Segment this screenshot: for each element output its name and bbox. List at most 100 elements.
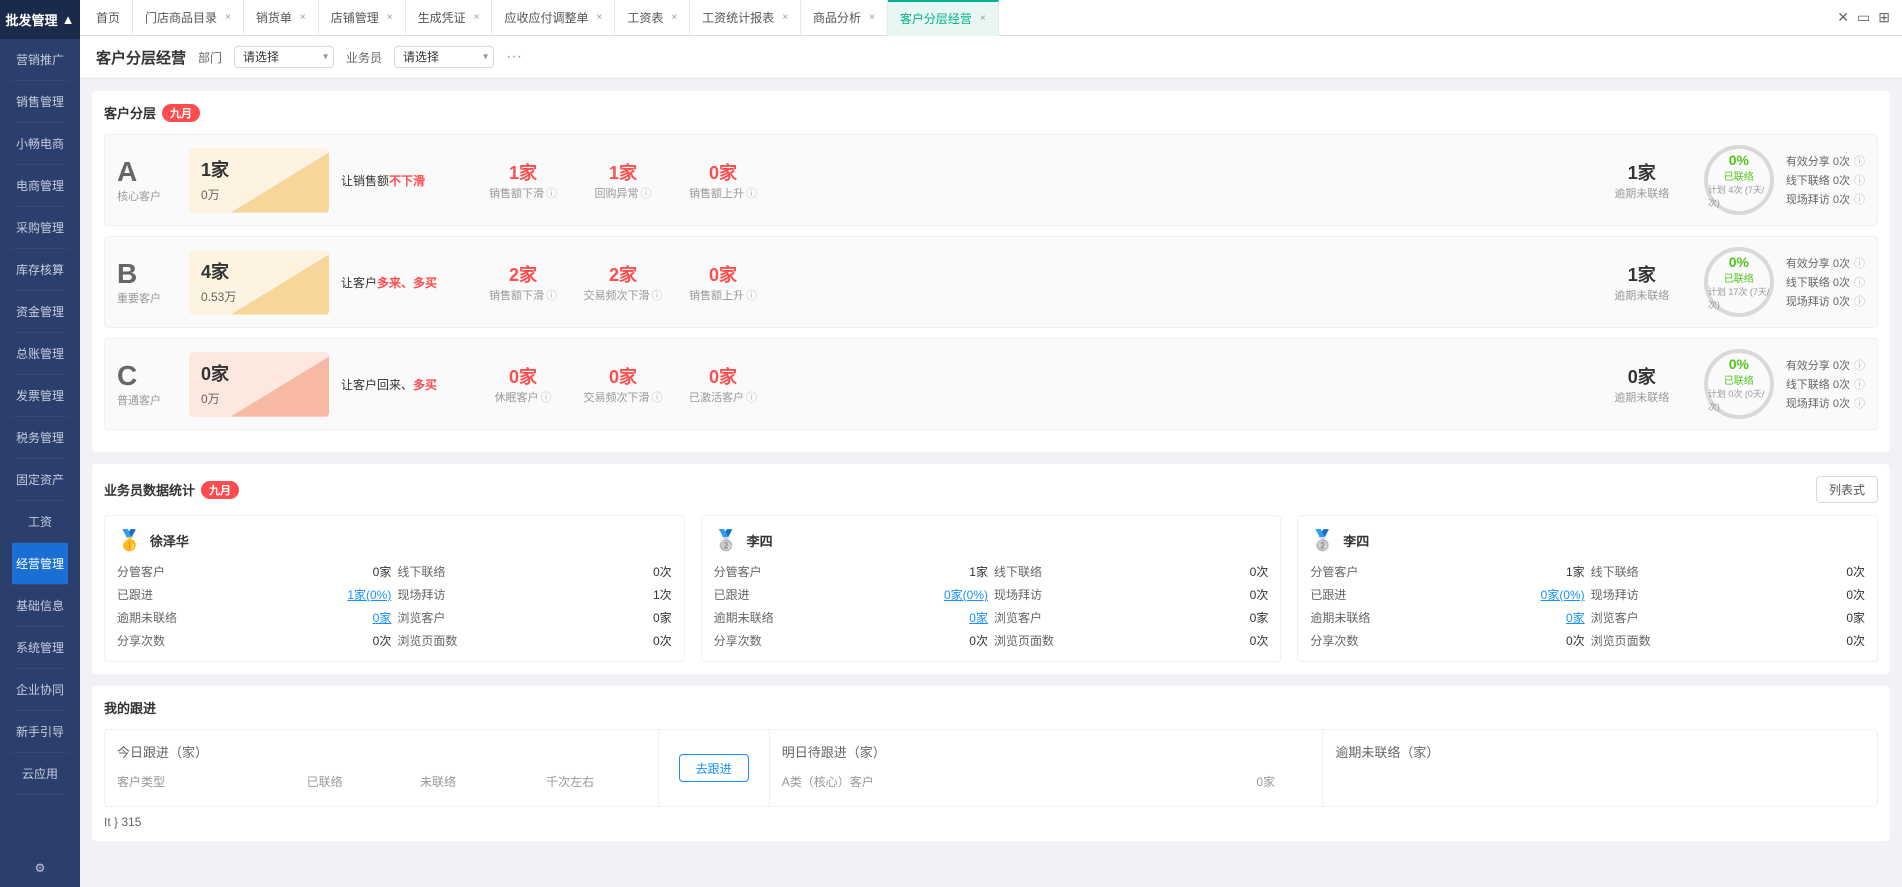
sidebar-item-总账管理[interactable]: 总账管理 xyxy=(12,333,68,375)
dept-select[interactable]: 请选择 xyxy=(234,46,334,68)
stat-info-icon-C-2[interactable]: ⓘ xyxy=(1854,395,1865,411)
tab-工资统计报表[interactable]: 工资统计报表× xyxy=(690,0,801,36)
staff-stat-val-0-7: 0次 xyxy=(653,632,672,649)
tab-close-客户分层经营[interactable]: × xyxy=(980,13,986,24)
tab-销货单[interactable]: 销货单× xyxy=(244,0,319,36)
sidebar-item-电商管理[interactable]: 电商管理 xyxy=(12,165,68,207)
tab-应收应付调整单[interactable]: 应收应付调整单× xyxy=(492,0,615,36)
bottom-text: It } 315 xyxy=(104,815,1878,829)
business-stats-title: 业务员数据统计 九月 xyxy=(104,480,239,499)
stat-info-icon-B-1[interactable]: ⓘ xyxy=(1854,274,1865,290)
staff-stat-val-1-4[interactable]: 0家 xyxy=(969,609,988,626)
info-icon-B-0[interactable]: ⓘ xyxy=(546,287,557,303)
tab-close-工资统计报表[interactable]: × xyxy=(782,12,788,23)
tab-首页[interactable]: 首页 xyxy=(84,0,133,36)
tier-right-stats-A: 有效分享 0次 ⓘ 线下联络 0次 ⓘ 现场拜访 0次 ⓘ xyxy=(1786,153,1865,207)
tier-slogan-A: 让销售额不下滑 xyxy=(341,172,471,189)
tab-close-店铺管理[interactable]: × xyxy=(387,12,393,23)
stat-info-icon-A-1[interactable]: ⓘ xyxy=(1854,172,1865,188)
close-tab-button[interactable]: ✕ xyxy=(1837,9,1849,26)
sidebar-item-小畅电商[interactable]: 小畅电商 xyxy=(12,123,68,165)
business-month-badge: 九月 xyxy=(201,481,239,499)
info-icon-C-1[interactable]: ⓘ xyxy=(652,389,663,405)
sidebar-item-新手引导[interactable]: 新手引导 xyxy=(12,711,68,753)
tab-生成凭证[interactable]: 生成凭证× xyxy=(406,0,493,36)
goto-follow-button[interactable]: 去跟进 xyxy=(679,754,749,782)
sidebar-item-工资[interactable]: 工资 xyxy=(12,501,68,543)
tab-客户分层经营[interactable]: 客户分层经营× xyxy=(888,0,999,36)
sidebar-item-系统管理[interactable]: 系统管理 xyxy=(12,627,68,669)
dept-label: 部门 xyxy=(198,49,222,66)
settings-gear[interactable]: ⚙ xyxy=(0,849,80,887)
month-badge: 九月 xyxy=(162,104,200,122)
staff-stat-val-1-2[interactable]: 0家(0%) xyxy=(944,586,988,603)
staff-stat-val-0-6: 0次 xyxy=(373,632,392,649)
tab-店铺管理[interactable]: 店铺管理× xyxy=(319,0,406,36)
staff-stat-val-2-0: 1家 xyxy=(1566,563,1585,580)
staff-stat-val-2-2[interactable]: 0家(0%) xyxy=(1541,586,1585,603)
page-header: 客户分层经营 部门 请选择 业务员 请选择 ··· xyxy=(80,36,1902,79)
stat-info-icon-A-2[interactable]: ⓘ xyxy=(1854,191,1865,207)
sidebar-item-销售管理[interactable]: 销售管理 xyxy=(12,81,68,123)
sidebar-item-资金管理[interactable]: 资金管理 xyxy=(12,291,68,333)
more-options-button[interactable]: ··· xyxy=(506,48,522,66)
today-follow-title: 今日跟进（家） xyxy=(117,742,646,761)
stat-info-icon-B-2[interactable]: ⓘ xyxy=(1854,293,1865,309)
tab-门店商品目录[interactable]: 门店商品目录× xyxy=(133,0,244,36)
staff-name-2: 李四 xyxy=(1343,531,1369,550)
tab-close-应收应付调整单[interactable]: × xyxy=(596,12,602,23)
tier-label-C: C 普通客户 xyxy=(117,360,177,408)
staff-stat-val-0-4[interactable]: 0家 xyxy=(373,609,392,626)
info-icon-A-1[interactable]: ⓘ xyxy=(641,185,652,201)
tier-label-B: B 重要客户 xyxy=(117,258,177,306)
staff-stat-val-1-3: 0次 xyxy=(1250,586,1269,603)
metric-item-B-0: 2家 销售额下滑 ⓘ xyxy=(483,261,563,303)
restore-tab-button[interactable]: ▭ xyxy=(1857,9,1870,26)
tab-close-销货单[interactable]: × xyxy=(300,12,306,23)
sidebar-header[interactable]: 批发管理 ▲ xyxy=(0,0,80,39)
stat-info-icon-C-1[interactable]: ⓘ xyxy=(1854,376,1865,392)
info-icon-C-0[interactable]: ⓘ xyxy=(541,389,552,405)
tier-chart-B: 4家 0.53万 xyxy=(189,250,329,315)
sidebar-item-税务管理[interactable]: 税务管理 xyxy=(12,417,68,459)
tier-contact-B: 1家 逾期未联络 xyxy=(1592,261,1692,303)
sidebar-item-经营管理[interactable]: 经营管理 xyxy=(12,543,68,585)
list-view-button[interactable]: 列表式 xyxy=(1816,476,1878,503)
tier-metrics-C: 0家 休眠客户 ⓘ 0家 交易频次下滑 ⓘ 0家 已激活客户 ⓘ xyxy=(483,363,1580,405)
sidebar-item-采购管理[interactable]: 采购管理 xyxy=(12,207,68,249)
info-icon-C-2[interactable]: ⓘ xyxy=(746,389,757,405)
staff-stat-val-2-4[interactable]: 0家 xyxy=(1566,609,1585,626)
staff-stat-val-0-3: 1次 xyxy=(653,586,672,603)
tab-close-门店商品目录[interactable]: × xyxy=(225,12,231,23)
stat-info-icon-C-0[interactable]: ⓘ xyxy=(1854,357,1865,373)
sidebar-item-固定资产[interactable]: 固定资产 xyxy=(12,459,68,501)
sidebar-item-营销推广[interactable]: 营销推广 xyxy=(12,39,68,81)
sidebar-item-库存核算[interactable]: 库存核算 xyxy=(12,249,68,291)
info-icon-B-1[interactable]: ⓘ xyxy=(652,287,663,303)
tier-slogan-B: 让客户多来、多买 xyxy=(341,274,471,291)
sidebar-item-发票管理[interactable]: 发票管理 xyxy=(12,375,68,417)
sidebar-item-云应用[interactable]: 云应用 xyxy=(12,753,68,795)
staff-label: 业务员 xyxy=(346,49,382,66)
tab-close-工资表[interactable]: × xyxy=(671,12,677,23)
stat-info-icon-B-0[interactable]: ⓘ xyxy=(1854,255,1865,271)
tab-工资表[interactable]: 工资表× xyxy=(615,0,690,36)
tier-label-A: A 核心客户 xyxy=(117,156,177,204)
staff-select[interactable]: 请选择 xyxy=(394,46,494,68)
tab-close-商品分析[interactable]: × xyxy=(869,12,875,23)
metric-item-A-0: 1家 销售额下滑 ⓘ xyxy=(483,159,563,201)
stat-info-icon-A-0[interactable]: ⓘ xyxy=(1854,153,1865,169)
staff-stat-val-2-6: 0次 xyxy=(1566,632,1585,649)
info-icon-A-0[interactable]: ⓘ xyxy=(546,185,557,201)
info-icon-A-2[interactable]: ⓘ xyxy=(746,185,757,201)
sidebar-item-企业协同[interactable]: 企业协同 xyxy=(12,669,68,711)
staff-stat-val-0-2[interactable]: 1家(0%) xyxy=(347,586,391,603)
dept-select-wrap: 请选择 xyxy=(234,46,334,68)
sidebar-collapse-icon[interactable]: ▲ xyxy=(62,12,75,27)
sidebar-item-基础信息[interactable]: 基础信息 xyxy=(12,585,68,627)
expand-tab-button[interactable]: ⊞ xyxy=(1878,9,1890,26)
tab-close-生成凭证[interactable]: × xyxy=(474,12,480,23)
tab-商品分析[interactable]: 商品分析× xyxy=(801,0,888,36)
info-icon-B-2[interactable]: ⓘ xyxy=(746,287,757,303)
staff-stats-0: 分管客户 0家 线下联络 0次 已跟进 1家(0%) 现场拜访 1次 逾期未联络… xyxy=(117,563,672,649)
